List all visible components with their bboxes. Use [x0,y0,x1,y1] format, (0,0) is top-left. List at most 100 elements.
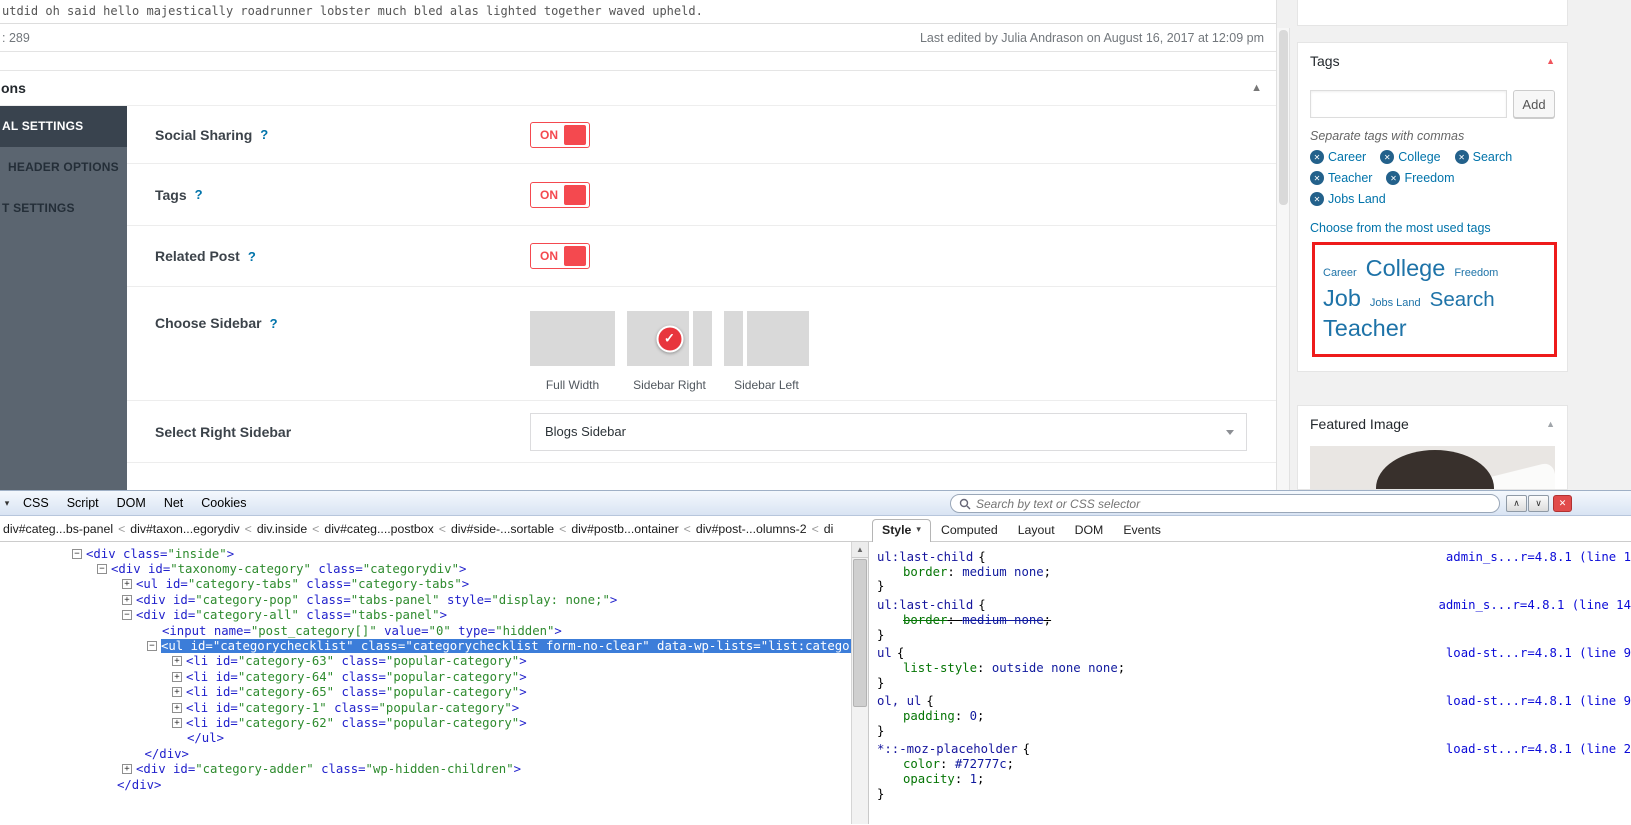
breadcrumb-item[interactable]: div#taxon...egorydiv [130,522,239,536]
html-tree-line[interactable]: − <div id="taxonomy-category" class="cate… [0,561,851,576]
html-tree-line[interactable]: − <div id="category-all" class="tabs-pane… [0,608,851,623]
help-icon[interactable]: ? [270,316,278,331]
expand-node-icon[interactable]: + [122,594,132,605]
css-property[interactable]: list-style: outside none none; [877,661,1631,676]
collapse-box-icon[interactable]: ▲ [1251,82,1262,94]
help-icon[interactable]: ? [248,249,256,264]
breadcrumb-item[interactable]: div.inside [257,522,307,536]
column-scrollbar[interactable] [1277,28,1290,490]
side-tab-style[interactable]: Style ▾ [872,518,931,542]
layout-option-full-width[interactable]: Full Width [530,311,615,392]
expand-node-icon[interactable]: + [172,656,182,667]
css-selector[interactable]: ol, ul [877,694,921,709]
cloud-tag[interactable]: College [1366,255,1446,282]
html-tree-line[interactable]: </div> [0,746,851,761]
expand-node-icon[interactable]: + [122,764,132,775]
scroll-up-icon[interactable]: ▲ [852,542,868,558]
remove-tag-icon[interactable]: ✕ [1380,150,1395,164]
html-tree-line[interactable]: + <li id="category-63" class="popular-cat… [0,654,851,669]
sidebar-select-dropdown[interactable]: Blogs Sidebar [530,412,1247,451]
cloud-tag[interactable]: Career [1323,267,1357,280]
nav-tab-header-options[interactable]: HEADER OPTIONS [0,147,127,188]
devtools-tab-dom[interactable]: DOM [108,496,155,510]
nav-tab-general-settings[interactable]: AL SETTINGS [0,106,127,147]
html-tree-line[interactable]: </div> [0,777,851,792]
html-tree-line[interactable]: <input name="post_category[]" value="0" … [0,623,851,638]
side-tab-computed[interactable]: Computed [931,519,1008,541]
cloud-tag[interactable]: Search [1430,288,1495,312]
remove-tag-icon[interactable]: ✕ [1454,150,1469,164]
expand-node-icon[interactable]: + [172,702,182,713]
layout-option-sidebar-left[interactable]: Sidebar Left [724,311,809,392]
devtools-tab-script[interactable]: Script [58,496,108,510]
scrollbar-thumb[interactable] [1279,30,1288,205]
collapse-node-icon[interactable]: − [97,564,107,575]
html-tree-line[interactable]: + <div id="category-adder" class="wp-hidd… [0,761,851,776]
remove-tag-icon[interactable]: ✕ [1310,192,1324,206]
new-tag-input[interactable] [1310,90,1507,118]
toggle-panel-icon[interactable]: ▲ [1546,56,1555,66]
collapse-node-icon[interactable]: − [72,548,82,559]
devtools-tab-net[interactable]: Net [155,496,192,510]
breadcrumb-item[interactable]: div#categ...bs-panel [3,522,113,536]
side-tab-layout[interactable]: Layout [1008,519,1065,541]
scrollbar-thumb[interactable] [853,559,867,707]
css-selector[interactable]: ul [877,646,892,661]
devtools-tab-css[interactable]: CSS [14,496,58,510]
html-tree-line[interactable]: + <div id="category-pop" class="tabs-pane… [0,592,851,607]
css-property-overridden[interactable]: border: medium none; [877,613,1631,628]
remove-tag-icon[interactable]: ✕ [1310,171,1324,185]
css-property[interactable]: border: medium none; [877,565,1631,580]
side-tab-events[interactable]: Events [1113,519,1171,541]
side-tab-dom[interactable]: DOM [1065,519,1114,541]
breadcrumb-item[interactable]: div#post-...olumns-2 [696,522,807,536]
help-icon[interactable]: ? [195,187,203,202]
breadcrumb-item[interactable]: div#categ....postbox [324,522,433,536]
css-property[interactable]: padding: 0; [877,709,1631,724]
search-prev-button[interactable]: ∧ [1506,495,1527,512]
devtools-close-button[interactable]: ✕ [1553,495,1572,512]
tags-box-header[interactable]: Tags ▲ [1298,43,1567,79]
html-tree-line[interactable]: + <ul id="category-tabs" class="category-… [0,577,851,592]
css-source-link[interactable]: admin_s...r=4.8.1 (line 1 [1426,550,1631,565]
css-source-link[interactable]: load-st...r=4.8.1 (line 2 [1426,742,1631,757]
expand-node-icon[interactable]: + [172,671,182,682]
css-property[interactable]: color: #72777c; [877,757,1631,772]
featured-image-header[interactable]: Featured Image ▲ [1298,406,1567,442]
most-used-tags-link[interactable]: Choose from the most used tags [1310,221,1491,235]
html-tree-line[interactable]: + <li id="category-64" class="popular-cat… [0,669,851,684]
css-source-link[interactable]: load-st...r=4.8.1 (line 9 [1426,694,1631,709]
devtools-scrollbar[interactable]: ▲ [851,542,868,824]
breadcrumb-item[interactable]: div#postb...ontainer [571,522,678,536]
css-source-link[interactable]: admin_s...r=4.8.1 (line 14 [1419,598,1631,613]
social-sharing-toggle[interactable]: ON [530,121,590,148]
toggle-panel-icon[interactable]: ▲ [1546,419,1555,429]
breadcrumb-item[interactable]: div#side-...sortable [451,522,554,536]
html-tree-line[interactable]: + <li id="category-65" class="popular-cat… [0,685,851,700]
css-selector[interactable]: ul:last-child [877,550,973,565]
html-tree-line[interactable]: + <li id="category-1" class="popular-cate… [0,700,851,715]
remove-tag-icon[interactable]: ✕ [1310,150,1324,164]
related-post-toggle[interactable]: ON [530,243,590,269]
add-tag-button[interactable]: Add [1513,90,1555,118]
cloud-tag[interactable]: Freedom [1454,267,1498,280]
expand-node-icon[interactable]: + [172,687,182,698]
cloud-tag[interactable]: Job [1323,285,1361,312]
collapse-node-icon[interactable]: − [122,610,132,621]
remove-tag-icon[interactable]: ✕ [1386,171,1401,185]
css-source-link[interactable]: load-st...r=4.8.1 (line 9 [1426,646,1631,661]
devtools-search-input[interactable] [976,496,1491,511]
search-next-button[interactable]: ∨ [1528,495,1549,512]
cloud-tag[interactable]: Teacher [1323,315,1407,342]
tags-toggle[interactable]: ON [530,181,590,208]
expand-node-icon[interactable]: + [172,717,182,728]
cloud-tag[interactable]: Jobs Land [1370,297,1421,310]
nav-tab-post-settings[interactable]: T SETTINGS [0,188,127,229]
firebug-menu-icon[interactable]: ▾ [0,498,14,509]
html-tree-line[interactable]: </ul> [0,731,851,746]
expand-node-icon[interactable]: + [122,579,132,590]
html-tree-line[interactable]: − <ul id="categorychecklist" class="categ… [0,638,851,654]
css-property[interactable]: opacity: 1; [877,772,1631,787]
help-icon[interactable]: ? [260,127,268,142]
devtools-tab-cookies[interactable]: Cookies [192,496,255,510]
